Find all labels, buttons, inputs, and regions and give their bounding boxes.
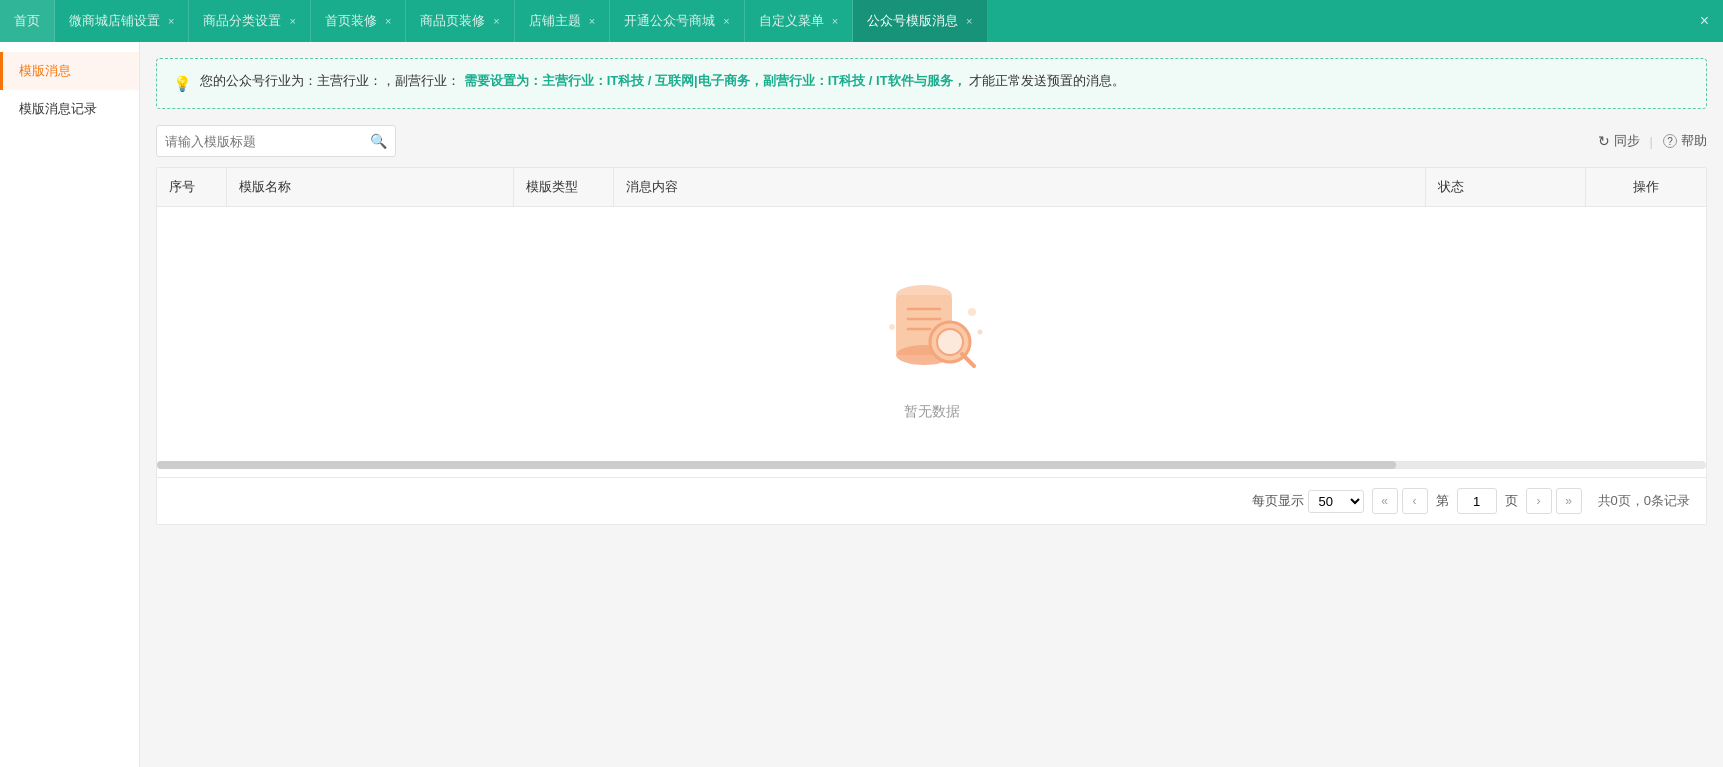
close-shop-theme-icon[interactable]: ×	[589, 15, 595, 27]
page-total: 共0页，0条记录	[1598, 492, 1690, 510]
pagination-bar: 每页显示 50 10 20 100 « ‹ 第 页 › »	[157, 477, 1706, 524]
th-content-label: 消息内容	[626, 179, 678, 194]
main-layout: 模版消息 模版消息记录 💡 您的公众号行业为：主营行业：，副营行业： 需要设置为…	[0, 42, 1723, 767]
close-custom-menu-icon[interactable]: ×	[832, 15, 838, 27]
table-header: 序号 模版名称 模版类型 消息内容 状态 操作	[157, 168, 1706, 207]
empty-svg-icon	[872, 267, 992, 387]
sidebar-item-template-msg-label: 模版消息	[19, 63, 71, 78]
empty-state: 暂无数据	[157, 207, 1706, 461]
nav-tab-goods-category[interactable]: 商品分类设置 ×	[189, 0, 310, 42]
th-seq-label: 序号	[169, 179, 195, 194]
page-unit: 页	[1505, 492, 1518, 510]
nav-tab-home-label: 首页	[14, 12, 40, 30]
th-type: 模版类型	[514, 168, 614, 206]
th-content: 消息内容	[614, 168, 1426, 206]
th-name: 模版名称	[227, 168, 514, 206]
scrollbar-track[interactable]	[157, 461, 1706, 469]
sidebar-item-template-record[interactable]: 模版消息记录	[0, 90, 139, 128]
page-next-button[interactable]: ›	[1526, 488, 1552, 514]
th-op-label: 操作	[1633, 179, 1659, 194]
toolbar-divider: |	[1650, 134, 1653, 149]
top-nav: 首页 微商城店铺设置 × 商品分类设置 × 首页装修 × 商品页装修 × 店铺主…	[0, 0, 1723, 42]
help-label: 帮助	[1681, 132, 1707, 150]
page-input[interactable]	[1457, 488, 1497, 514]
sidebar-item-template-msg[interactable]: 模版消息	[0, 52, 139, 90]
content-area: 💡 您的公众号行业为：主营行业：，副营行业： 需要设置为：主营行业：IT科技 /…	[140, 42, 1723, 767]
empty-text: 暂无数据	[904, 403, 960, 421]
close-template-msg-icon[interactable]: ×	[966, 15, 972, 27]
page-size-dropdown[interactable]: 50 10 20 100	[1308, 490, 1364, 513]
nav-tab-template-msg[interactable]: 公众号模版消息 ×	[853, 0, 987, 42]
data-table: 序号 模版名称 模版类型 消息内容 状态 操作	[156, 167, 1707, 525]
toolbar-right: ↻ 同步 | ? 帮助	[1598, 132, 1707, 150]
page-label: 第	[1436, 492, 1449, 510]
th-type-label: 模版类型	[526, 179, 578, 194]
sync-label: 同步	[1614, 132, 1640, 150]
notice-icon: 💡	[173, 72, 192, 96]
sync-button[interactable]: ↻ 同步	[1598, 132, 1640, 150]
nav-tab-home-decor-label: 首页装修	[325, 12, 377, 30]
nav-tab-custom-menu-label: 自定义菜单	[759, 12, 824, 30]
svg-point-10	[968, 308, 976, 316]
nav-tab-micro-shop-label: 微商城店铺设置	[69, 12, 160, 30]
notice-suffix: 才能正常发送预置的消息。	[969, 73, 1125, 88]
scrollbar-area	[157, 461, 1706, 477]
notice-box: 💡 您的公众号行业为：主营行业：，副营行业： 需要设置为：主营行业：IT科技 /…	[156, 58, 1707, 109]
notice-highlight: 需要设置为：主营行业：IT科技 / 互联网|电子商务，副营行业：IT科技 / I…	[464, 73, 966, 88]
scrollbar-thumb	[157, 461, 1396, 469]
sidebar: 模版消息 模版消息记录	[0, 42, 140, 767]
nav-tab-custom-menu[interactable]: 自定义菜单 ×	[745, 0, 853, 42]
close-micro-shop-icon[interactable]: ×	[168, 15, 174, 27]
svg-point-11	[977, 330, 982, 335]
nav-tab-shop-theme-label: 店铺主题	[529, 12, 581, 30]
nav-tab-shop-theme[interactable]: 店铺主题 ×	[515, 0, 610, 42]
nav-tab-micro-shop[interactable]: 微商城店铺设置 ×	[55, 0, 189, 42]
nav-tab-home-decor[interactable]: 首页装修 ×	[311, 0, 406, 42]
nav-tab-open-mall-label: 开通公众号商城	[624, 12, 715, 30]
nav-tab-goods-page[interactable]: 商品页装修 ×	[406, 0, 514, 42]
page-last-button[interactable]: »	[1556, 488, 1582, 514]
nav-tab-home[interactable]: 首页	[0, 0, 55, 42]
svg-point-9	[889, 324, 895, 330]
help-button[interactable]: ? 帮助	[1663, 132, 1707, 150]
th-status-label: 状态	[1438, 179, 1464, 194]
page-first-button[interactable]: «	[1372, 488, 1398, 514]
page-prev-button[interactable]: ‹	[1402, 488, 1428, 514]
svg-line-8	[962, 354, 974, 366]
empty-illustration	[872, 267, 992, 387]
th-name-label: 模版名称	[239, 179, 291, 194]
close-open-mall-icon[interactable]: ×	[723, 15, 729, 27]
close-goods-page-icon[interactable]: ×	[493, 15, 499, 27]
th-op: 操作	[1586, 168, 1706, 206]
search-input-wrap: 🔍	[156, 125, 396, 157]
sidebar-item-template-record-label: 模版消息记录	[19, 101, 97, 116]
nav-tab-template-msg-label: 公众号模版消息	[867, 12, 958, 30]
close-home-decor-icon[interactable]: ×	[385, 15, 391, 27]
notice-prefix: 您的公众号行业为：主营行业：，副营行业：	[200, 73, 460, 88]
notice-text: 您的公众号行业为：主营行业：，副营行业： 需要设置为：主营行业：IT科技 / 互…	[200, 71, 1125, 92]
close-goods-category-icon[interactable]: ×	[289, 15, 295, 27]
search-input[interactable]	[165, 134, 370, 149]
close-all-button[interactable]: ×	[1686, 12, 1723, 30]
th-status: 状态	[1426, 168, 1586, 206]
svg-point-7	[937, 329, 963, 355]
sync-icon: ↻	[1598, 133, 1610, 149]
search-bar-row: 🔍 ↻ 同步 | ? 帮助	[156, 125, 1707, 157]
nav-tab-goods-category-label: 商品分类设置	[203, 12, 281, 30]
page-size-label: 每页显示	[1252, 492, 1304, 510]
page-size-select: 每页显示 50 10 20 100	[1252, 490, 1364, 513]
page-nav: « ‹ 第 页 › »	[1372, 488, 1582, 514]
th-seq: 序号	[157, 168, 227, 206]
help-circle-icon: ?	[1663, 134, 1677, 148]
search-icon[interactable]: 🔍	[370, 133, 387, 149]
nav-tab-open-mall[interactable]: 开通公众号商城 ×	[610, 0, 744, 42]
nav-tab-goods-page-label: 商品页装修	[420, 12, 485, 30]
